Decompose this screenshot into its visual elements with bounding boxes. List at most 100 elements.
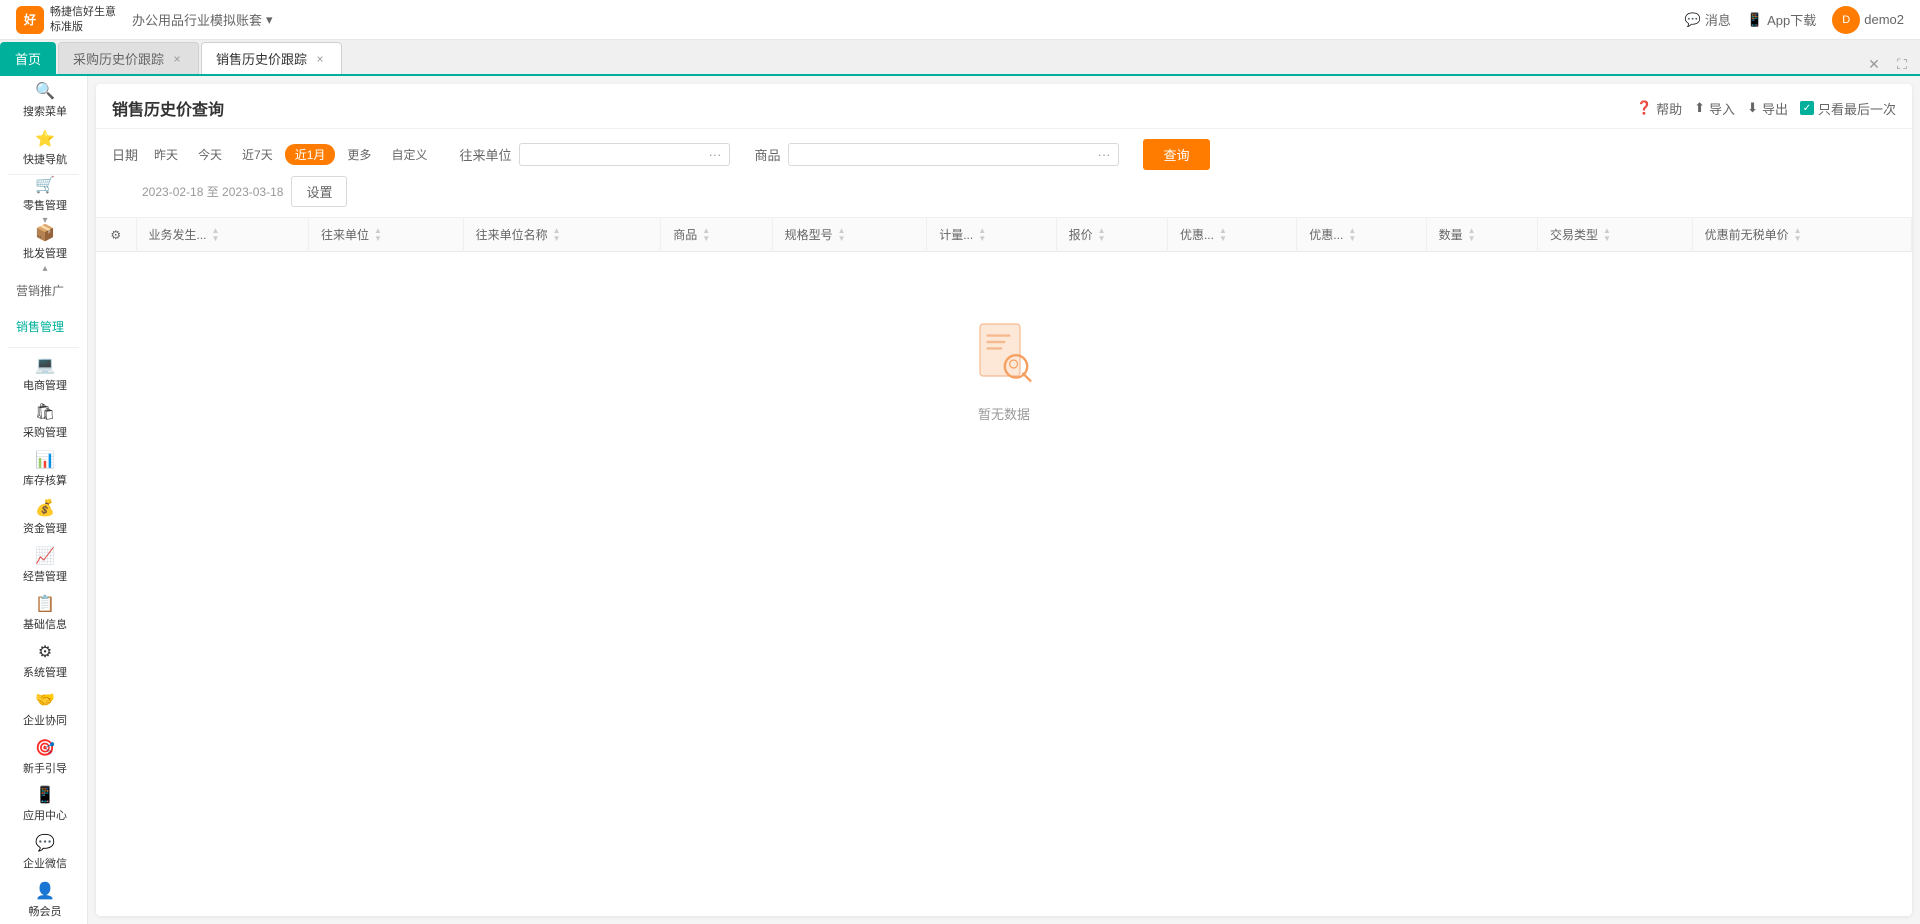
tab-bar-actions: ✕ ⛶ [1856, 54, 1920, 74]
sidebar-item-wholesale[interactable]: 📦 批发管理 ▴ [0, 225, 87, 273]
date-range-display: 2023-02-18 至 2023-03-18 [142, 183, 283, 200]
sidebar-item-system[interactable]: ⚙ 系统管理 [0, 637, 87, 685]
settings-button[interactable]: 设置 [291, 176, 347, 207]
date-opt-custom[interactable]: 自定义 [383, 144, 435, 165]
date-opt-7days[interactable]: 近7天 [234, 144, 281, 165]
page-actions: ❓ 帮助 ⬆ 导入 ⬇ 导出 ✓ 只看最后一次 [1636, 99, 1896, 118]
table-settings-gear[interactable]: ⚙ [96, 218, 136, 252]
table-container: ⚙ 业务发生... ▲▼ 往来单位 [96, 218, 1912, 916]
main-page: 销售历史价查询 ❓ 帮助 ⬆ 导入 ⬇ 导出 ✓ [96, 84, 1912, 916]
th-partner-code[interactable]: 往来单位 ▲▼ [309, 218, 464, 252]
import-button[interactable]: ⬆ 导入 [1694, 99, 1735, 118]
product-input-box[interactable]: ··· [788, 143, 1119, 166]
only-last-checkbox[interactable]: ✓ 只看最后一次 [1800, 99, 1896, 118]
app-selector[interactable]: 办公用品行业模拟账套 ▾ [124, 6, 281, 33]
user-menu[interactable]: D demo2 [1832, 6, 1904, 34]
th-biz-date[interactable]: 业务发生... ▲▼ [136, 218, 309, 252]
operations-icon: 📈 [35, 546, 55, 566]
th-quantity[interactable]: 数量 ▲▼ [1426, 218, 1537, 252]
sidebar-item-operations[interactable]: 📈 经营管理 [0, 541, 87, 589]
sidebar-divider-2 [8, 347, 79, 348]
search-icon: 🔍 [35, 81, 55, 101]
wholesale-icon: 📦 [35, 223, 55, 243]
partner-input-box[interactable]: ··· [519, 143, 730, 166]
product-selector-dots[interactable]: ··· [1097, 147, 1110, 162]
chevron-down-icon: ▾ [266, 12, 273, 28]
th-discount2[interactable]: 优惠... ▲▼ [1297, 218, 1426, 252]
gear-icon[interactable]: ⚙ [110, 228, 121, 242]
partner-search-group: 往来单位 ··· [459, 143, 730, 166]
app-center-icon: 📱 [35, 785, 55, 805]
top-header: 好 畅捷信好生意 标准版 办公用品行业模拟账套 ▾ 💬 消息 📱 App下载 D… [0, 0, 1920, 40]
th-discount1[interactable]: 优惠... ▲▼ [1167, 218, 1296, 252]
sidebar-item-enterprise[interactable]: 🤝 企业协同 [0, 685, 87, 733]
sidebar-item-ecommerce[interactable]: 💻 电商管理 [0, 350, 87, 398]
search-bar: 日期 昨天 今天 近7天 近1月 更多 自定义 往来单位 [96, 129, 1912, 218]
sidebar-sub-item-sales-mgmt[interactable]: 销售管理 [0, 309, 87, 345]
date-opt-more[interactable]: 更多 [339, 144, 379, 165]
product-input[interactable] [797, 147, 1097, 162]
sidebar-item-retail[interactable]: 🛒 零售管理 ▾ [0, 177, 87, 225]
partner-selector-dots[interactable]: ··· [708, 147, 721, 162]
retail-icon: 🛒 [35, 175, 55, 195]
sidebar-item-inventory[interactable]: 📊 库存核算 [0, 445, 87, 493]
import-icon: ⬆ [1694, 100, 1705, 116]
star-icon: ⭐ [35, 129, 55, 149]
purchase-icon: 🛍 [35, 402, 55, 422]
tab-purchase-history[interactable]: 采购历史价跟踪 × [58, 42, 199, 74]
checkbox-checked-icon: ✓ [1800, 101, 1814, 115]
help-icon: ❓ [1636, 100, 1652, 116]
empty-state-text: 暂无数据 [978, 404, 1030, 423]
empty-state-icon [964, 312, 1044, 392]
wechat-icon: 💬 [35, 833, 55, 853]
sidebar-sub-item-marketing[interactable]: 营销推广 [0, 273, 87, 309]
th-product[interactable]: 商品 ▲▼ [661, 218, 772, 252]
avatar: D [1832, 6, 1860, 34]
th-price[interactable]: 报价 ▲▼ [1056, 218, 1167, 252]
content-area: 销售历史价查询 ❓ 帮助 ⬆ 导入 ⬇ 导出 ✓ [88, 76, 1920, 924]
finance-icon: 💰 [35, 498, 55, 518]
export-icon: ⬇ [1747, 100, 1758, 116]
close-all-tabs-button[interactable]: ✕ [1864, 54, 1884, 74]
ecommerce-icon: 💻 [35, 355, 55, 375]
logo-text: 畅捷信好生意 标准版 [50, 5, 116, 34]
date-opt-today[interactable]: 今天 [190, 144, 230, 165]
message-button[interactable]: 💬 消息 [1685, 10, 1731, 29]
close-sales-history-tab[interactable]: × [313, 52, 327, 66]
sidebar-item-app-center[interactable]: 📱 应用中心 [0, 780, 87, 828]
th-partner-name[interactable]: 往来单位名称 ▲▼ [463, 218, 661, 252]
sidebar-item-quick-nav[interactable]: ⭐ 快捷导航 [0, 124, 87, 172]
tab-sales-history[interactable]: 销售历史价跟踪 × [201, 42, 342, 74]
sidebar: 🔍 搜索菜单 ⭐ 快捷导航 🛒 零售管理 ▾ 📦 批发管理 ▴ 营销推广 销售管… [0, 76, 88, 924]
data-table: ⚙ 业务发生... ▲▼ 往来单位 [96, 218, 1912, 252]
th-pretax-price[interactable]: 优惠前无税单价 ▲▼ [1692, 218, 1911, 252]
page-title: 销售历史价查询 [112, 96, 224, 120]
partner-input[interactable] [528, 147, 708, 162]
sidebar-item-search-menu[interactable]: 🔍 搜索菜单 [0, 76, 87, 124]
sidebar-item-wechat[interactable]: 💬 企业微信 [0, 828, 87, 876]
header-left: 好 畅捷信好生意 标准版 办公用品行业模拟账套 ▾ [16, 5, 281, 34]
date-search-group: 日期 昨天 今天 近7天 近1月 更多 自定义 [112, 144, 435, 165]
th-spec[interactable]: 规格型号 ▲▼ [772, 218, 927, 252]
date-opt-1month[interactable]: 近1月 [285, 144, 336, 165]
sidebar-item-purchase[interactable]: 🛍 采购管理 [0, 397, 87, 445]
download-icon: 📱 [1747, 12, 1763, 28]
sidebar-item-finance[interactable]: 💰 资金管理 [0, 493, 87, 541]
close-purchase-history-tab[interactable]: × [170, 52, 184, 66]
page-header: 销售历史价查询 ❓ 帮助 ⬆ 导入 ⬇ 导出 ✓ [96, 84, 1912, 129]
export-button[interactable]: ⬇ 导出 [1747, 99, 1788, 118]
sidebar-item-member[interactable]: 👤 畅会员 [0, 876, 87, 924]
tab-home[interactable]: 首页 [0, 42, 56, 74]
th-trade-type[interactable]: 交易类型 ▲▼ [1538, 218, 1693, 252]
logo-icon: 好 [16, 6, 44, 34]
app-download-button[interactable]: 📱 App下载 [1747, 10, 1816, 29]
query-button[interactable]: 查询 [1143, 139, 1209, 170]
logo-area: 好 畅捷信好生意 标准版 [16, 5, 116, 34]
th-unit[interactable]: 计量... ▲▼ [927, 218, 1056, 252]
sidebar-item-guide[interactable]: 🎯 新手引导 [0, 733, 87, 781]
maximize-button[interactable]: ⛶ [1892, 54, 1912, 74]
header-right: 💬 消息 📱 App下载 D demo2 [1685, 6, 1904, 34]
date-opt-yesterday[interactable]: 昨天 [146, 144, 186, 165]
help-button[interactable]: ❓ 帮助 [1636, 99, 1682, 118]
sidebar-item-basics[interactable]: 📋 基础信息 [0, 589, 87, 637]
